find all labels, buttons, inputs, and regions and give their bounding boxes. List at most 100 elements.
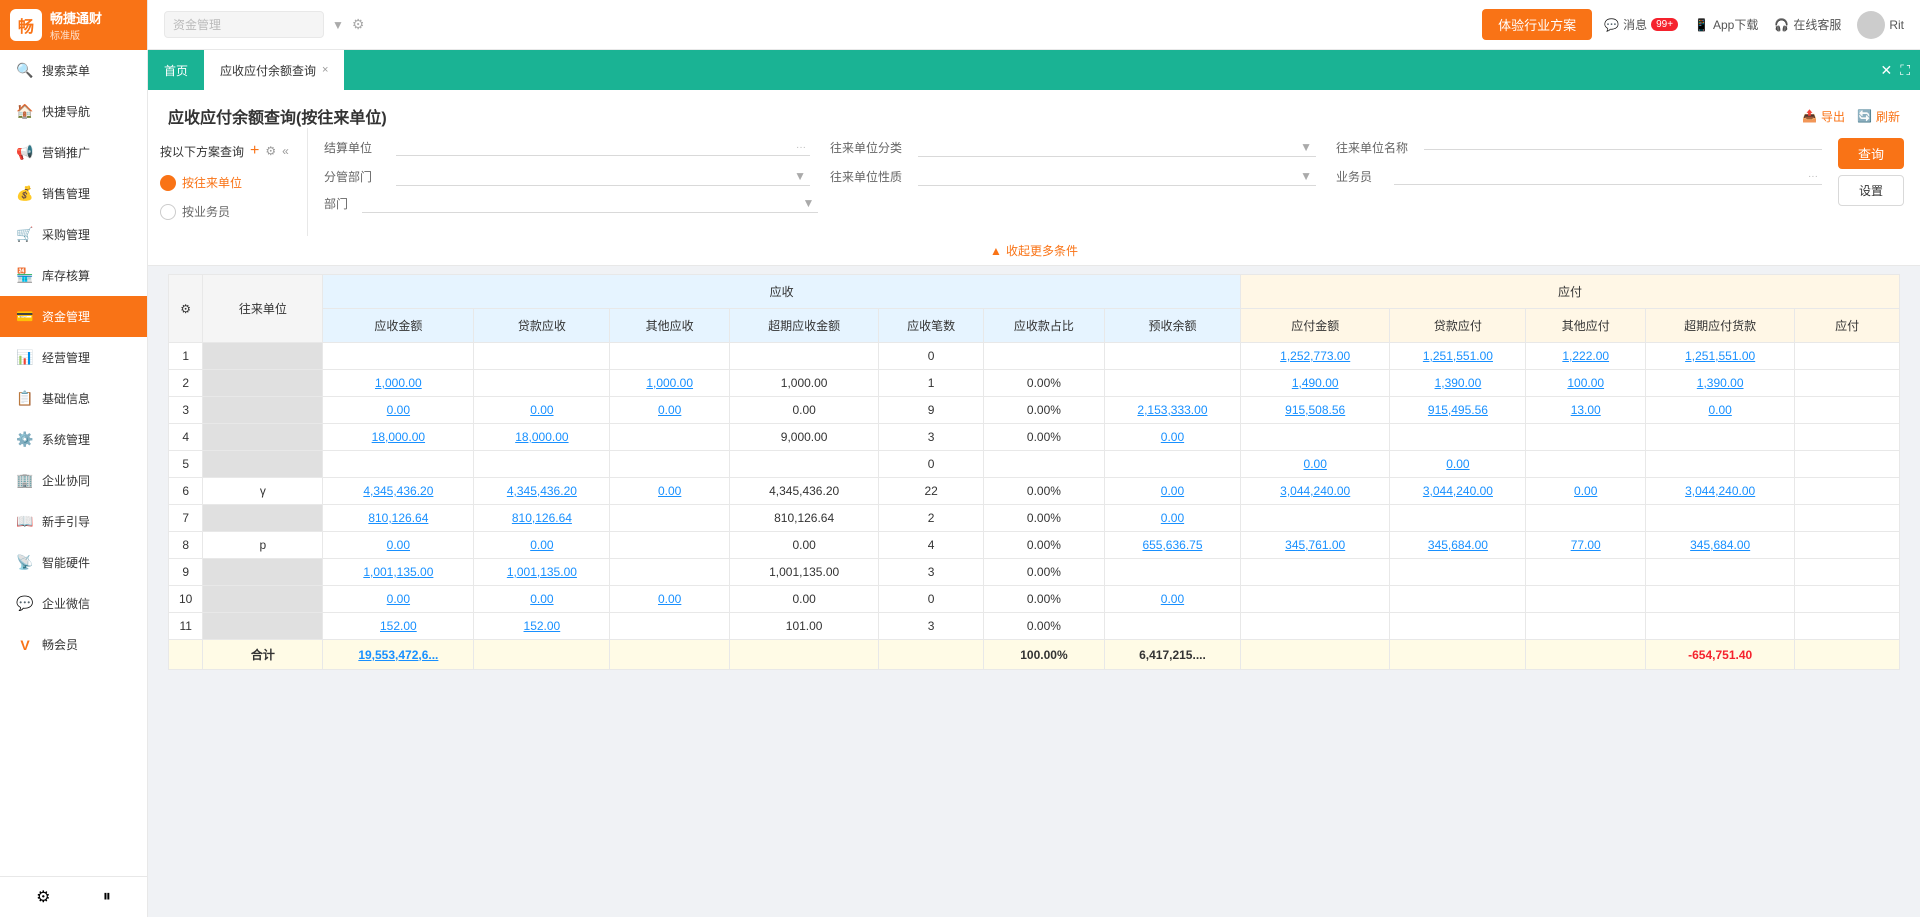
other-receive[interactable] [610, 613, 730, 640]
loan-pay[interactable]: 3,044,240.00 [1390, 478, 1526, 505]
settlement-input[interactable]: ··· [396, 140, 810, 156]
overdue-pay[interactable]: 3,044,240.00 [1645, 478, 1794, 505]
other-receive[interactable] [610, 559, 730, 586]
pay-amount[interactable]: 1,252,773.00 [1241, 343, 1390, 370]
loan-pay[interactable]: 915,495.56 [1390, 397, 1526, 424]
other-pay[interactable] [1526, 451, 1646, 478]
loan-pay[interactable]: 0.00 [1390, 451, 1526, 478]
other-pay[interactable]: 100.00 [1526, 370, 1646, 397]
other-pay[interactable] [1526, 559, 1646, 586]
service-btn[interactable]: 🎧 在线客服 [1774, 16, 1841, 33]
add-scheme-btn[interactable]: + [250, 142, 259, 160]
overdue-pay[interactable]: 345,684.00 [1645, 532, 1794, 559]
app-download-btn[interactable]: 📱 App下载 [1694, 16, 1758, 33]
loan-receive[interactable] [474, 343, 610, 370]
loan-pay[interactable] [1390, 586, 1526, 613]
other-pay[interactable]: 13.00 [1526, 397, 1646, 424]
loan-pay[interactable] [1390, 559, 1526, 586]
dept-select[interactable]: ▼ [396, 167, 810, 186]
pay-amount[interactable]: 0.00 [1241, 451, 1390, 478]
receive-amount[interactable]: 0.00 [323, 397, 474, 424]
receive-amount[interactable]: 18,000.00 [323, 424, 474, 451]
sidebar-item-system[interactable]: ⚙️ 系统管理 [0, 419, 147, 460]
other-receive[interactable] [610, 451, 730, 478]
scheme-back-icon[interactable]: « [282, 144, 289, 158]
tab-receivable[interactable]: 应收应付余额查询 × [204, 50, 344, 90]
dropdown-icon[interactable]: ▼ [332, 18, 344, 32]
loan-pay[interactable] [1390, 424, 1526, 451]
expand-btn[interactable]: ⛶ [1900, 62, 1910, 79]
refresh-btn[interactable]: 🔄 刷新 [1857, 108, 1900, 125]
pay-amount[interactable] [1241, 424, 1390, 451]
loan-receive[interactable]: 18,000.00 [474, 424, 610, 451]
other-receive[interactable]: 0.00 [610, 478, 730, 505]
sidebar-item-basic[interactable]: 📋 基础信息 [0, 378, 147, 419]
receive-amount[interactable] [323, 451, 474, 478]
prepay[interactable]: 2,153,333.00 [1104, 397, 1240, 424]
other-pay[interactable] [1526, 505, 1646, 532]
loan-pay[interactable]: 1,251,551.00 [1390, 343, 1526, 370]
sidebar-item-sales[interactable]: 💰 销售管理 [0, 173, 147, 214]
other-pay[interactable] [1526, 424, 1646, 451]
receive-amount[interactable]: 152.00 [323, 613, 474, 640]
other-receive[interactable] [610, 505, 730, 532]
other-pay[interactable] [1526, 613, 1646, 640]
loan-receive[interactable]: 0.00 [474, 532, 610, 559]
overdue-pay[interactable] [1645, 613, 1794, 640]
loan-pay[interactable] [1390, 505, 1526, 532]
partner-type-select[interactable]: ▼ [918, 138, 1316, 157]
receive-amount[interactable]: 1,000.00 [323, 370, 474, 397]
user-area[interactable]: Rit [1857, 11, 1904, 39]
other-receive[interactable] [610, 532, 730, 559]
collapse-icon[interactable]: ⏸ [103, 888, 111, 906]
other-receive[interactable] [610, 343, 730, 370]
settings-icon[interactable]: ⚙ [36, 887, 50, 907]
pay-amount[interactable] [1241, 613, 1390, 640]
loan-pay[interactable] [1390, 613, 1526, 640]
prepay[interactable] [1104, 451, 1240, 478]
pay-amount[interactable]: 915,508.56 [1241, 397, 1390, 424]
pay-amount[interactable]: 345,761.00 [1241, 532, 1390, 559]
export-btn[interactable]: 📤 导出 [1802, 108, 1845, 125]
sidebar-item-inventory[interactable]: 🏪 库存核算 [0, 255, 147, 296]
sidebar-item-quick[interactable]: 🏠 快捷导航 [0, 91, 147, 132]
pay-amount[interactable]: 1,490.00 [1241, 370, 1390, 397]
scheme-settings-icon[interactable]: ⚙ [265, 144, 276, 158]
tab-home[interactable]: 首页 [148, 50, 204, 90]
gear-icon[interactable]: ⚙ [352, 16, 365, 33]
sidebar-item-purchase[interactable]: 🛒 采购管理 [0, 214, 147, 255]
sidebar-item-wechat[interactable]: 💬 企业微信 [0, 583, 147, 624]
other-receive[interactable]: 1,000.00 [610, 370, 730, 397]
overdue-pay[interactable] [1645, 559, 1794, 586]
collapse-btn[interactable]: ▲ 收起更多条件 [148, 236, 1920, 265]
prepay[interactable] [1104, 370, 1240, 397]
partner-nature-select[interactable]: ▼ [918, 167, 1316, 186]
close-window-btn[interactable]: ✕ [1880, 62, 1892, 79]
receive-amount[interactable]: 1,001,135.00 [323, 559, 474, 586]
receive-amount[interactable] [323, 343, 474, 370]
scheme-by-salesman[interactable]: 按业务员 [148, 197, 307, 226]
overdue-pay[interactable] [1645, 505, 1794, 532]
overdue-pay[interactable] [1645, 586, 1794, 613]
sidebar-item-vip[interactable]: V 畅会员 [0, 624, 147, 665]
receive-amount[interactable]: 0.00 [323, 586, 474, 613]
loan-receive[interactable]: 0.00 [474, 397, 610, 424]
other-pay[interactable]: 0.00 [1526, 478, 1646, 505]
prepay[interactable]: 655,636.75 [1104, 532, 1240, 559]
loan-receive[interactable]: 152.00 [474, 613, 610, 640]
overdue-pay[interactable]: 1,251,551.00 [1645, 343, 1794, 370]
loan-receive[interactable] [474, 451, 610, 478]
prepay[interactable]: 0.00 [1104, 586, 1240, 613]
department-select[interactable]: ▼ [362, 194, 818, 213]
overdue-pay[interactable] [1645, 451, 1794, 478]
prepay[interactable] [1104, 343, 1240, 370]
pay-amount[interactable]: 3,044,240.00 [1241, 478, 1390, 505]
sidebar-item-finance[interactable]: 💳 资金管理 [0, 296, 147, 337]
overdue-pay[interactable]: 1,390.00 [1645, 370, 1794, 397]
set-btn[interactable]: 设置 [1838, 175, 1904, 206]
prepay[interactable]: 0.00 [1104, 478, 1240, 505]
loan-receive[interactable]: 810,126.64 [474, 505, 610, 532]
overdue-pay[interactable] [1645, 424, 1794, 451]
loan-receive[interactable] [474, 370, 610, 397]
pay-amount[interactable] [1241, 586, 1390, 613]
